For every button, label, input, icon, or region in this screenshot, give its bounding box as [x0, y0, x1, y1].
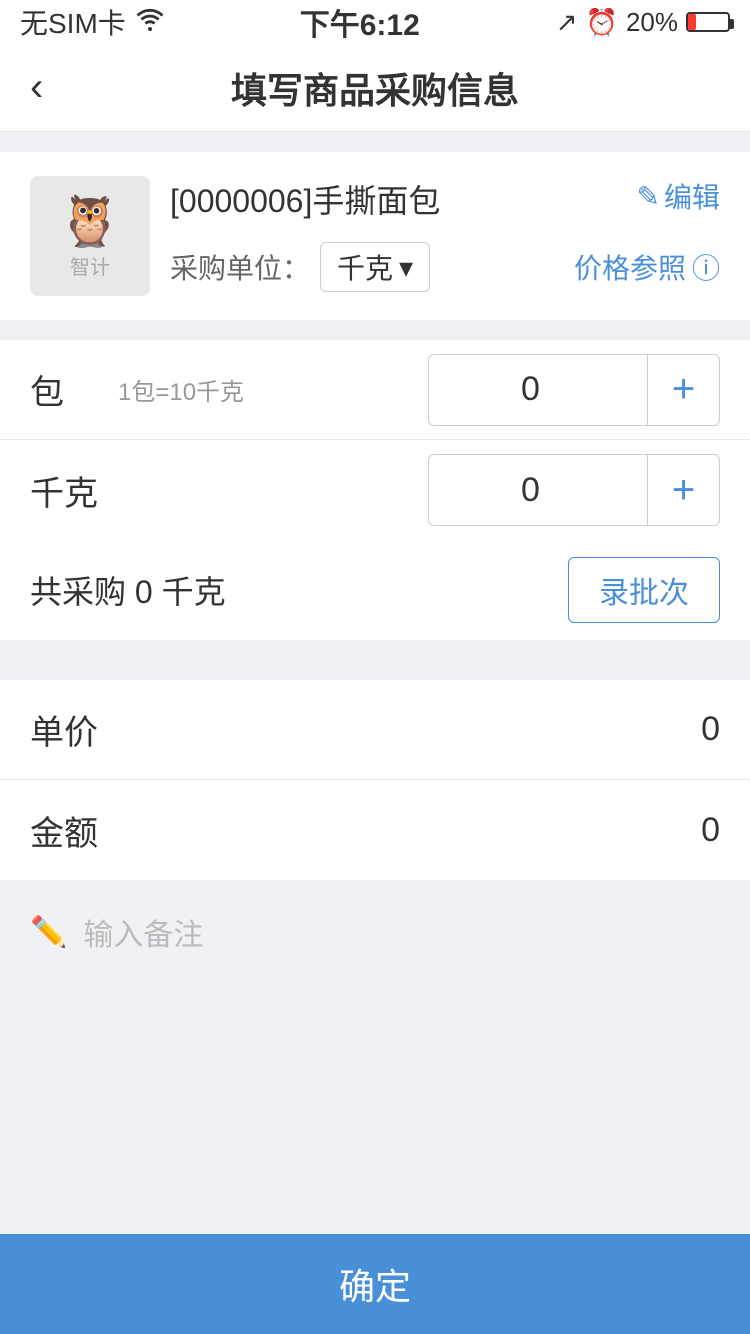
note-placeholder: 输入备注: [83, 910, 203, 954]
quantity-section: 包 1包=10千克 + 千克 +: [0, 340, 750, 540]
alarm-icon: ⏰: [586, 7, 618, 38]
page-title: 填写商品采购信息: [231, 62, 519, 114]
purchase-unit-label: 采购单位：: [170, 247, 310, 287]
status-left: 无SIM卡: [20, 2, 164, 42]
location-icon: ↗: [556, 7, 578, 38]
kg-label: 千克: [30, 466, 110, 515]
summary-text: 共采购 0 千克: [30, 567, 226, 613]
product-name-row: [0000006]手撕面包 ✎ 编辑: [170, 176, 720, 222]
carrier-text: 无SIM卡: [20, 2, 126, 42]
note-section[interactable]: ✏️ 输入备注: [0, 880, 750, 984]
battery-icon: [686, 12, 730, 32]
purchase-unit-row: 采购单位： 千克 ▾ 价格参照 ⓘ: [170, 242, 720, 292]
note-pencil-icon: ✏️: [30, 915, 67, 950]
unit-value: 千克: [337, 247, 393, 287]
status-right: ↗ ⏰ 20%: [556, 7, 730, 38]
unit-price-label: 单价: [30, 705, 98, 754]
product-logo-text: 智计: [70, 251, 110, 280]
summary-row: 共采购 0 千克 录批次: [0, 540, 750, 640]
section-divider-1: [0, 320, 750, 340]
unit-dropdown[interactable]: 千克 ▾: [320, 242, 430, 292]
edit-label: 编辑: [664, 176, 720, 216]
battery-pct: 20%: [626, 7, 678, 38]
product-logo-icon: 🦉: [59, 192, 121, 251]
status-time: 下午6:12: [300, 0, 420, 44]
product-name: [0000006]手撕面包: [170, 176, 440, 222]
amount-label: 金额: [30, 806, 98, 855]
bag-input-control: +: [428, 354, 720, 426]
price-ref-button[interactable]: 价格参照 ⓘ: [574, 247, 720, 287]
status-bar: 无SIM卡 下午6:12 ↗ ⏰ 20%: [0, 0, 750, 44]
price-ref-help-icon: ⓘ: [692, 247, 720, 287]
bag-plus-button[interactable]: +: [648, 354, 720, 426]
confirm-button[interactable]: 确定: [0, 1234, 750, 1334]
dropdown-arrow-icon: ▾: [399, 251, 413, 284]
bag-sublabel: 1包=10千克: [118, 372, 428, 407]
amount-row: 金额 0: [0, 780, 750, 880]
section-divider-2: [0, 640, 750, 660]
product-info: [0000006]手撕面包 ✎ 编辑 采购单位： 千克 ▾ 价格参照 ⓘ: [170, 176, 720, 292]
bag-quantity-input[interactable]: [428, 354, 648, 426]
unit-price-value: 0: [701, 710, 720, 749]
kg-input-control: +: [428, 454, 720, 526]
nav-bar: ‹ 填写商品采购信息: [0, 44, 750, 132]
kg-quantity-input[interactable]: [428, 454, 648, 526]
bag-label: 包: [30, 365, 110, 414]
price-ref-label: 价格参照: [574, 247, 686, 287]
edit-icon: ✎: [637, 180, 660, 213]
unit-price-row: 单价 0: [0, 680, 750, 780]
product-image: 🦉 智计: [30, 176, 150, 296]
purchase-unit-left: 采购单位： 千克 ▾: [170, 242, 430, 292]
back-button[interactable]: ‹: [30, 65, 43, 110]
kg-quantity-row: 千克 +: [0, 440, 750, 540]
product-card: 🦉 智计 [0000006]手撕面包 ✎ 编辑 采购单位： 千克 ▾ 价格参照 …: [0, 152, 750, 320]
price-section: 单价 0 金额 0: [0, 680, 750, 880]
kg-plus-button[interactable]: +: [648, 454, 720, 526]
batch-button[interactable]: 录批次: [568, 557, 720, 623]
bag-quantity-row: 包 1包=10千克 +: [0, 340, 750, 440]
wifi-icon: [136, 6, 164, 38]
edit-button[interactable]: ✎ 编辑: [637, 176, 720, 216]
amount-value: 0: [701, 811, 720, 850]
